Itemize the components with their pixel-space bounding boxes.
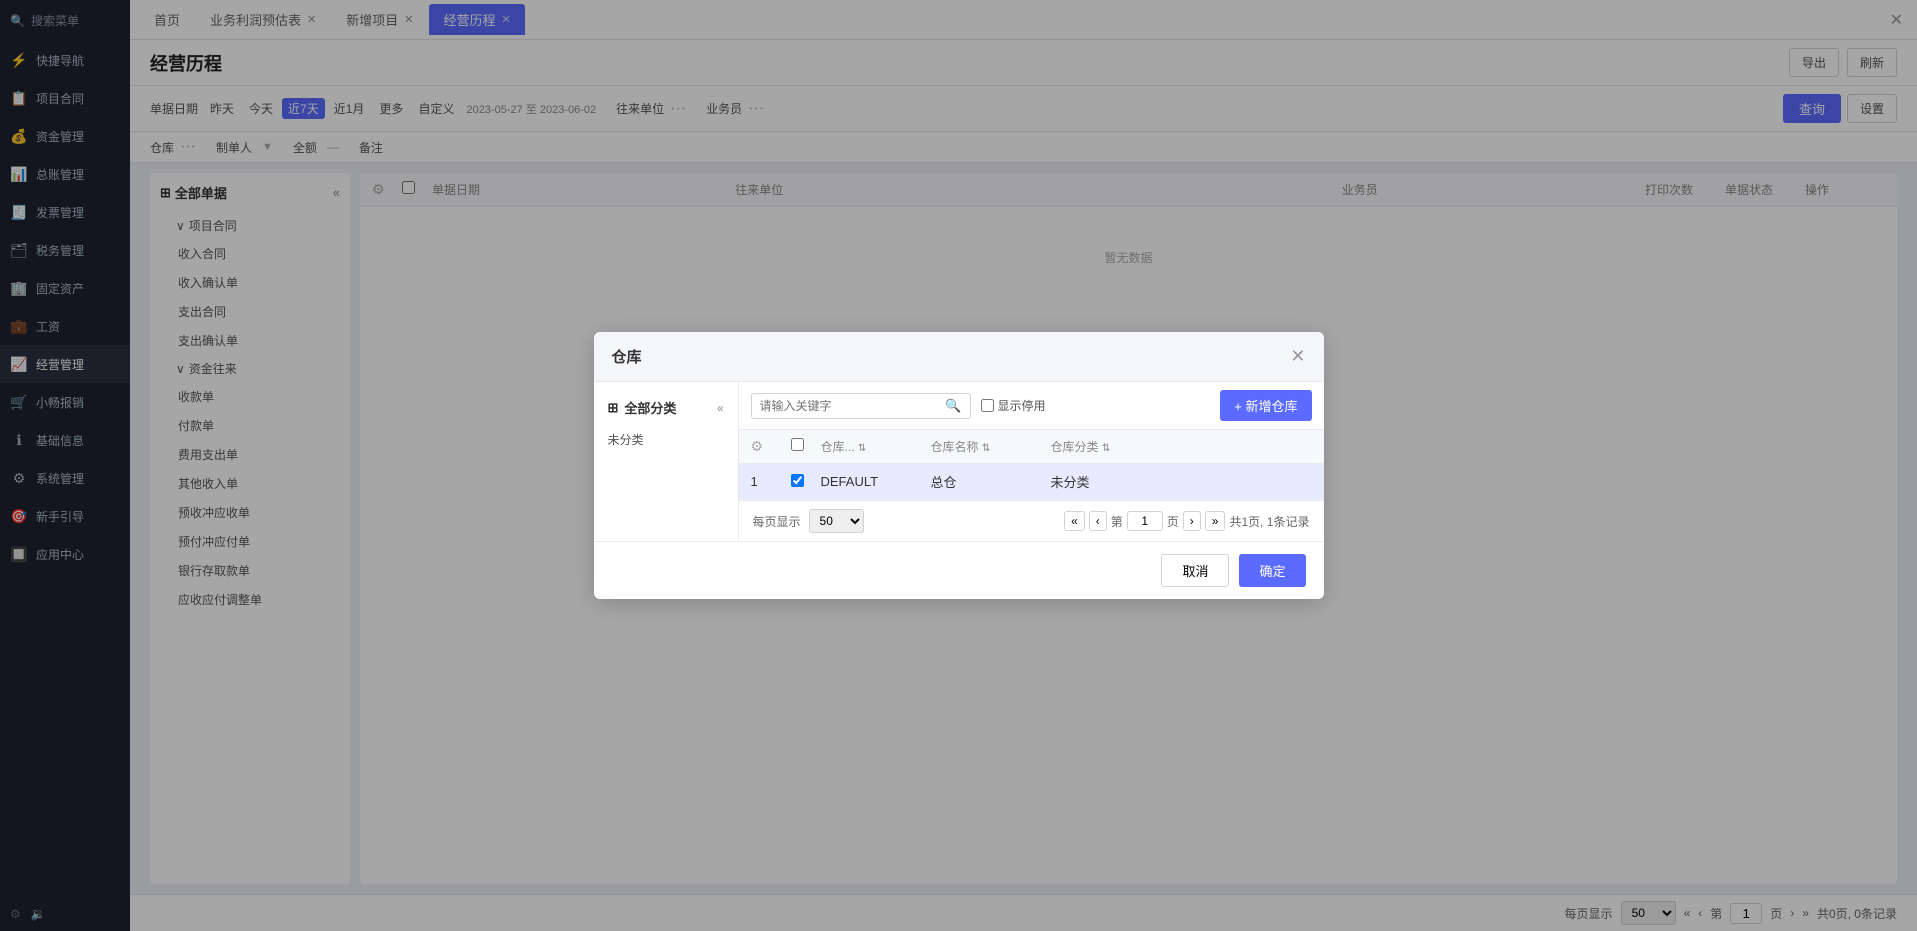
modal-right: 🔍 显示停用 + 新增仓库 ⚙ xyxy=(739,382,1324,541)
col-checkbox xyxy=(791,438,821,455)
modal-header: 仓库 ✕ xyxy=(594,332,1324,382)
modal-search-input[interactable] xyxy=(760,399,940,413)
row-checkbox[interactable] xyxy=(791,474,804,487)
modal-all-category[interactable]: ⊞ 全部分类 « xyxy=(594,392,738,423)
modal-left-nav: ⊞ 全部分类 « 未分类 xyxy=(594,382,739,541)
modal-page-label: 第 xyxy=(1111,513,1123,530)
grid-icon2: ⊞ xyxy=(608,400,619,416)
modal-pagination: « ‹ 第 页 › » 共1页, 1条记录 xyxy=(1064,511,1309,531)
modal-body: ⊞ 全部分类 « 未分类 🔍 显示停用 xyxy=(594,382,1324,541)
modal-first-page-btn[interactable]: « xyxy=(1064,511,1085,531)
modal-overlay[interactable]: 仓库 ✕ ⊞ 全部分类 « 未分类 🔍 xyxy=(0,0,1917,931)
modal-actions: 取消 确定 xyxy=(594,541,1324,599)
modal-page-suffix: 页 xyxy=(1167,513,1179,530)
modal-next-page-btn[interactable]: › xyxy=(1183,511,1201,531)
show-disabled-input[interactable] xyxy=(981,399,994,412)
collapse-left-icon[interactable]: « xyxy=(717,401,724,415)
modal-table: ⚙ 仓库... ⇅ 仓库名称 ⇅ xyxy=(739,430,1324,500)
col-gear: ⚙ xyxy=(751,438,791,455)
modal-last-page-btn[interactable]: » xyxy=(1205,511,1226,531)
show-disabled-checkbox[interactable]: 显示停用 xyxy=(981,397,1046,414)
modal-per-page-select[interactable]: 50 100 xyxy=(809,509,864,533)
col-id-header: 仓库... ⇅ xyxy=(821,438,931,455)
sort-id-icon[interactable]: ⇅ xyxy=(858,443,866,454)
add-warehouse-button[interactable]: + 新增仓库 xyxy=(1220,390,1311,421)
col-cat-header: 仓库分类 ⇅ xyxy=(1051,438,1191,455)
modal-uncategorized-item[interactable]: 未分类 xyxy=(594,423,738,456)
warehouse-modal: 仓库 ✕ ⊞ 全部分类 « 未分类 🔍 xyxy=(594,332,1324,599)
cancel-button[interactable]: 取消 xyxy=(1161,554,1229,587)
row-name: 总仓 xyxy=(931,472,1051,491)
sort-cat-icon[interactable]: ⇅ xyxy=(1102,443,1110,454)
row-checkbox-col xyxy=(791,474,821,490)
row-id: DEFAULT xyxy=(821,474,931,489)
modal-close-button[interactable]: ✕ xyxy=(1290,346,1305,367)
row-index: 1 xyxy=(751,474,791,489)
modal-total-info: 共1页, 1条记录 xyxy=(1229,513,1309,530)
modal-search-icon: 🔍 xyxy=(945,398,961,414)
modal-select-all[interactable] xyxy=(791,438,804,451)
modal-per-page-label: 每页显示 xyxy=(753,513,801,530)
modal-toolbar: 🔍 显示停用 + 新增仓库 xyxy=(739,382,1324,430)
modal-prev-page-btn[interactable]: ‹ xyxy=(1089,511,1107,531)
modal-page-input[interactable] xyxy=(1127,511,1163,531)
modal-title: 仓库 xyxy=(612,346,642,367)
row-category: 未分类 xyxy=(1051,472,1191,491)
modal-footer-bar: 每页显示 50 100 « ‹ 第 页 › » 共1页, 1条记录 xyxy=(739,500,1324,541)
modal-table-head: ⚙ 仓库... ⇅ 仓库名称 ⇅ xyxy=(739,430,1324,464)
sort-name-icon[interactable]: ⇅ xyxy=(982,443,990,454)
modal-search-box[interactable]: 🔍 xyxy=(751,393,971,419)
col-name-header: 仓库名称 ⇅ xyxy=(931,438,1051,455)
modal-gear-icon[interactable]: ⚙ xyxy=(751,438,764,454)
modal-table-row[interactable]: 1 DEFAULT 总仓 未分类 xyxy=(739,464,1324,500)
confirm-button[interactable]: 确定 xyxy=(1239,554,1305,587)
